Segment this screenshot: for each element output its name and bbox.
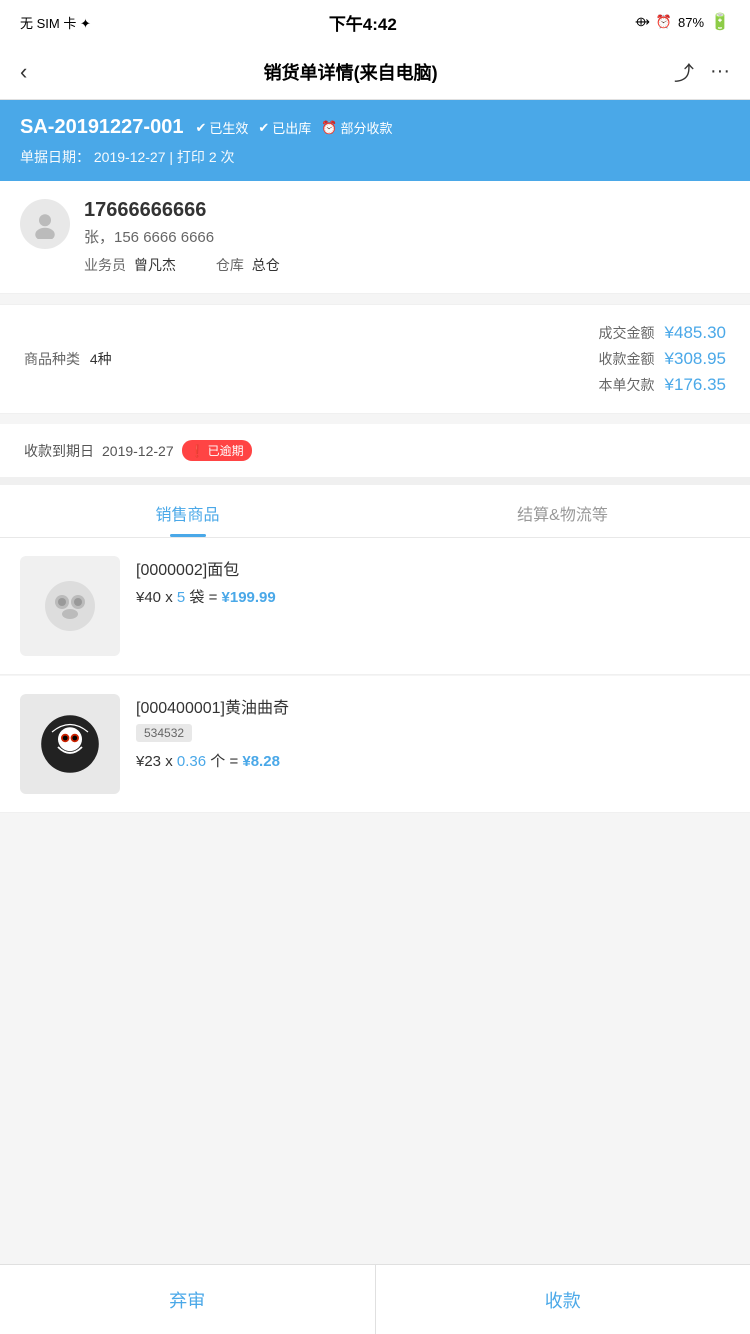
product-name-1: [0000002]面包 [136, 556, 730, 580]
battery-label: 87% [678, 15, 704, 30]
owed-amount-row: 本单欠款 ¥176.35 [599, 375, 726, 395]
product-types: 商品种类 4种 [24, 349, 112, 369]
share-icon[interactable]: ⤴ [674, 57, 694, 86]
owl-icon-1 [40, 576, 100, 636]
cancel-label: 弃审 [169, 1287, 205, 1313]
header-banner: SA-20191227-001 ✔ 已生效 ✔ 已出库 ⏰ 部分收款 单据日期：… [0, 100, 750, 181]
product-thumb-1 [20, 556, 120, 656]
status-activated: ✔ 已生效 [195, 118, 248, 137]
customer-avatar [20, 199, 70, 249]
battery-icon: 🔋 [710, 12, 730, 32]
status-tags: ✔ 已生效 ✔ 已出库 ⏰ 部分收款 [195, 118, 392, 137]
tabs-section: 销售商品 结算&物流等 [0, 485, 750, 538]
deal-amount-label: 成交金额 [599, 323, 655, 343]
nav-actions: ⤴ ··· [674, 57, 730, 86]
summary-section: 商品种类 4种 成交金额 ¥485.30 收款金额 ¥308.95 本单欠款 ¥… [0, 304, 750, 414]
collected-amount-value: ¥308.95 [665, 349, 726, 369]
product-image-2 [40, 714, 100, 774]
location-icon: ⟴ [635, 14, 650, 30]
status-left: 无 SIM 卡 ✦ [20, 13, 91, 32]
multiply-sign-2: x [165, 753, 177, 770]
overdue-badge: ❗ 已逾期 [182, 440, 252, 461]
qty-1: 5 [177, 589, 185, 606]
total-2: ¥8.28 [242, 753, 280, 770]
product-info-2: [000400001]黄油曲奇 534532 ¥23 x 0.36 个 = ¥8… [136, 694, 730, 771]
qty-2: 0.36 [177, 753, 206, 770]
product-info-1: [0000002]面包 ¥40 x 5 袋 = ¥199.99 [136, 556, 730, 607]
amounts-summary: 成交金额 ¥485.30 收款金额 ¥308.95 本单欠款 ¥176.35 [599, 323, 726, 395]
product-name-2: [000400001]黄油曲奇 [136, 694, 730, 718]
clock-icon: ⏰ [321, 120, 337, 136]
status-shipped-label: 已出库 [272, 118, 311, 137]
customer-section: 17666666666 张，156 6666 6666 业务员 曾凡杰 仓库 总… [0, 181, 750, 294]
status-bar: 无 SIM 卡 ✦ 下午4:42 ⟴ ⏰ 87% 🔋 [0, 0, 750, 44]
overdue-label: 已逾期 [208, 442, 244, 459]
status-activated-label: 已生效 [209, 118, 248, 137]
product-card-2: [000400001]黄油曲奇 534532 ¥23 x 0.36 个 = ¥8… [0, 676, 750, 813]
equals-2: = [229, 753, 242, 770]
customer-id: 17666666666 [84, 199, 730, 222]
print-count: | 打印 2 次 [169, 149, 234, 165]
overdue-icon: ❗ [190, 444, 205, 458]
nav-bar: ‹ 销货单详情(来自电脑) ⤴ ··· [0, 44, 750, 100]
deal-amount-value: ¥485.30 [665, 323, 726, 343]
tab-sales-products[interactable]: 销售商品 [0, 485, 375, 537]
due-date: 2019-12-27 [102, 443, 174, 459]
customer-info: 17666666666 张，156 6666 6666 业务员 曾凡杰 仓库 总… [84, 199, 730, 275]
order-date: 2019-12-27 [94, 149, 166, 165]
cancel-review-button[interactable]: 弃审 [0, 1265, 376, 1334]
status-time: 下午4:42 [329, 10, 397, 35]
deal-amount-row: 成交金额 ¥485.30 [599, 323, 726, 343]
check-icon-2: ✔ [258, 120, 269, 136]
customer-meta: 业务员 曾凡杰 仓库 总仓 [84, 255, 730, 275]
due-label: 收款到期日 [24, 441, 94, 461]
page-title: 销货单详情(来自电脑) [264, 59, 438, 85]
collected-amount-row: 收款金额 ¥308.95 [599, 349, 726, 369]
status-right: ⟴ ⏰ 87% 🔋 [635, 12, 730, 32]
product-price-2: ¥23 x 0.36 个 = ¥8.28 [136, 750, 730, 771]
warehouse-value: 总仓 [252, 257, 280, 273]
order-id: SA-20191227-001 [20, 116, 183, 139]
collect-payment-button[interactable]: 收款 [376, 1265, 750, 1334]
product-types-value: 4种 [90, 351, 112, 367]
total-1: ¥199.99 [222, 589, 276, 606]
status-partial-payment: ⏰ 部分收款 [321, 118, 392, 137]
product-thumb-2 [20, 694, 120, 794]
alarm-icon: ⏰ [656, 14, 672, 30]
customer-contact: 张，156 6666 6666 [84, 226, 730, 247]
product-price-1: ¥40 x 5 袋 = ¥199.99 [136, 586, 730, 607]
check-icon-1: ✔ [195, 120, 206, 136]
salesperson-label: 业务员 曾凡杰 [84, 255, 176, 275]
order-date-row: 单据日期： 2019-12-27 | 打印 2 次 [20, 147, 730, 167]
due-section: 收款到期日 2019-12-27 ❗ 已逾期 [0, 424, 750, 485]
unit-price-1: ¥40 [136, 589, 161, 606]
sku-badge-2: 534532 [136, 724, 192, 742]
product-card-1: [0000002]面包 ¥40 x 5 袋 = ¥199.99 [0, 538, 750, 675]
unit-1: 袋 [189, 589, 204, 606]
products-list: [0000002]面包 ¥40 x 5 袋 = ¥199.99 [0, 538, 750, 813]
product-types-label: 商品种类 [24, 351, 80, 367]
date-label: 单据日期： [20, 149, 90, 165]
salesperson-value: 曾凡杰 [134, 257, 176, 273]
equals-1: = [209, 589, 222, 606]
more-icon[interactable]: ··· [710, 60, 730, 83]
owed-label: 本单欠款 [599, 375, 655, 395]
multiply-sign-1: x [165, 589, 177, 606]
unit-2: 个 [210, 753, 225, 770]
collected-label: 收款金额 [599, 349, 655, 369]
confirm-label: 收款 [545, 1287, 581, 1313]
back-button[interactable]: ‹ [20, 59, 27, 85]
status-partial-label: 部分收款 [341, 118, 393, 137]
status-shipped: ✔ 已出库 [258, 118, 311, 137]
owed-amount-value: ¥176.35 [665, 375, 726, 395]
person-icon [30, 209, 60, 239]
bottom-bar: 弃审 收款 [0, 1264, 750, 1334]
tab-settlement[interactable]: 结算&物流等 [375, 485, 750, 537]
warehouse-label: 仓库 总仓 [216, 255, 280, 275]
unit-price-2: ¥23 [136, 753, 161, 770]
